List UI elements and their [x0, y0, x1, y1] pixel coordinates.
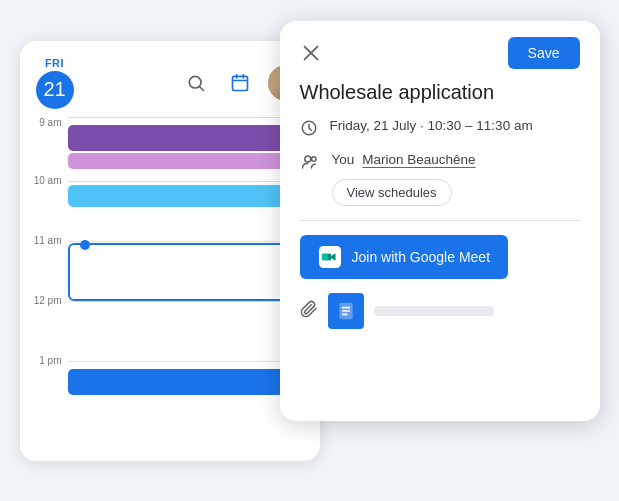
svg-point-10: [311, 156, 316, 161]
event-title: Wholesale application: [300, 81, 580, 104]
day-badge: FRI 21: [36, 57, 74, 109]
detail-card: Save Wholesale application Friday, 21 Ju…: [280, 21, 600, 421]
grid-line-12: [68, 301, 308, 302]
attendees-row: You Marion Beauchêne View schedules: [300, 152, 580, 206]
doc-title-placeholder: [374, 306, 494, 316]
doc-thumbnail[interactable]: [328, 293, 364, 329]
close-icon: [300, 42, 322, 64]
day-label: FRI: [45, 57, 64, 69]
doc-icon: [336, 301, 356, 321]
attachment-icon: [300, 300, 318, 322]
time-grid: 9 am 10 am 11 am 12 pm 1 pm: [20, 117, 320, 457]
search-icon: [186, 73, 206, 93]
event-blue-2[interactable]: [68, 369, 308, 395]
drag-handle-top[interactable]: [80, 240, 90, 250]
time-label-12pm: 12 pm: [32, 295, 68, 306]
event-purple[interactable]: [68, 125, 308, 151]
time-label-10am: 10 am: [32, 175, 68, 186]
join-meet-button[interactable]: Join with Google Meet: [300, 235, 509, 279]
svg-line-1: [199, 86, 203, 90]
meet-icon: [318, 245, 342, 269]
attachment-row: [300, 293, 580, 329]
svg-rect-2: [232, 76, 247, 90]
you-label: You: [332, 152, 355, 167]
grid-line-10: [68, 181, 308, 182]
time-label-9am: 9 am: [32, 117, 68, 128]
calendar-card: FRI 21: [20, 41, 320, 461]
time-label-11am: 11 am: [32, 235, 68, 246]
svg-rect-12: [322, 253, 328, 260]
calendar-view-button[interactable]: [224, 67, 256, 99]
time-value: 10:30 – 11:30 am: [428, 118, 533, 133]
event-light-purple[interactable]: [68, 153, 308, 169]
grid-line-11: [68, 241, 308, 242]
time-label-1pm: 1 pm: [32, 355, 68, 366]
date-text: Friday, 21 July · 10:30 – 11:30 am: [330, 118, 533, 133]
event-outlined[interactable]: [68, 243, 308, 301]
close-button[interactable]: [300, 42, 322, 64]
save-button[interactable]: Save: [508, 37, 580, 69]
date-value: Friday, 21 July: [330, 118, 417, 133]
calendar-header: FRI 21: [20, 41, 320, 117]
other-attendee[interactable]: Marion Beauchêne: [362, 152, 475, 167]
grid-line-9: [68, 117, 308, 118]
view-schedules-button[interactable]: View schedules: [332, 179, 452, 206]
people-icon: [300, 153, 320, 174]
svg-point-9: [304, 156, 310, 162]
detail-card-header: Save: [300, 37, 580, 69]
calendar-icon: [230, 73, 250, 93]
attendees-list: You Marion Beauchêne View schedules: [332, 152, 476, 206]
day-number: 21: [36, 71, 74, 109]
event-blue-1[interactable]: [68, 185, 308, 207]
search-button[interactable]: [180, 67, 212, 99]
dot-separator: ·: [420, 118, 428, 133]
grid-line-1: [68, 361, 308, 362]
divider: [300, 220, 580, 221]
people-row: You Marion Beauchêne: [332, 152, 476, 167]
meet-button-label: Join with Google Meet: [352, 249, 491, 265]
clock-icon: [300, 119, 318, 140]
date-time-row: Friday, 21 July · 10:30 – 11:30 am: [300, 118, 580, 140]
